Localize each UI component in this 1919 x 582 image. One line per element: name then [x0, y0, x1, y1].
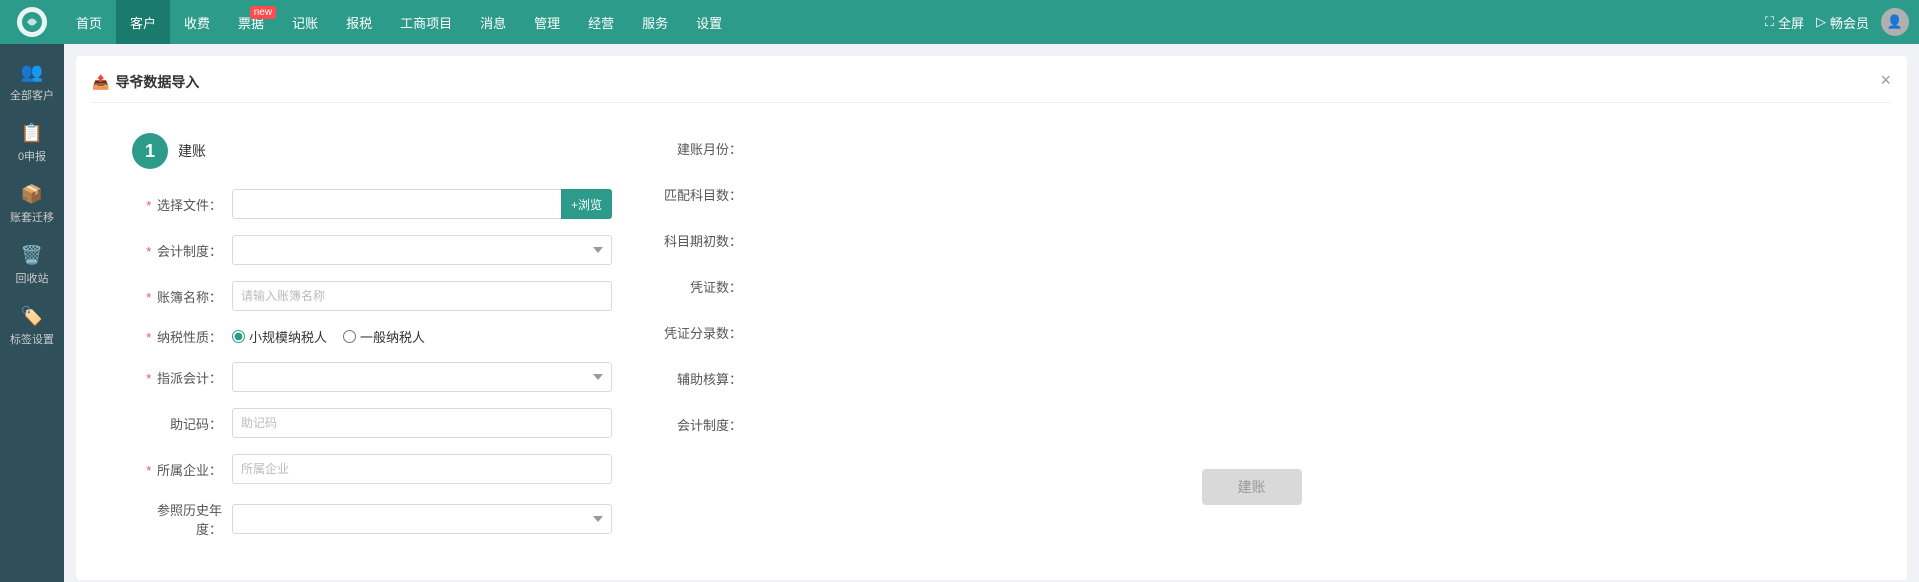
page-title: 导爷数据导入	[115, 72, 199, 92]
close-button[interactable]: ×	[1880, 70, 1891, 91]
upload-icon: 📤	[92, 74, 109, 91]
nav-business[interactable]: 工商项目	[386, 0, 466, 44]
auxiliary-row: 辅助核算：	[652, 363, 1851, 393]
ledger-label: * 账簿名称：	[132, 287, 222, 306]
fullscreen-icon: ⛶	[1765, 14, 1774, 30]
accountant-select[interactable]	[232, 362, 612, 392]
accounting-row: * 会计制度：	[132, 235, 612, 265]
sidebar-item-migration[interactable]: 📦 账套迁移	[0, 174, 64, 235]
auxiliary-label: 辅助核算：	[652, 369, 742, 388]
accounting-select[interactable]	[232, 235, 612, 265]
build-month-row: 建账月份：	[652, 133, 1851, 163]
accounting-label: * 会计制度：	[132, 241, 222, 260]
tax-small-radio[interactable]: 小规模纳税人	[232, 327, 327, 346]
company-row: * 所属企业：	[132, 454, 612, 484]
nav-settings[interactable]: 设置	[682, 0, 736, 44]
accounting-system-label: 会计制度：	[652, 415, 742, 434]
history-select[interactable]	[232, 504, 612, 534]
voucher-records-row: 凭证分录数：	[652, 317, 1851, 347]
people-icon: 👥	[21, 62, 43, 83]
nav-manage[interactable]: 管理	[520, 0, 574, 44]
page-container: 📤 导爷数据导入 × 1 建账	[76, 56, 1907, 580]
step-badge: 1	[132, 133, 168, 169]
nav-bookkeeping[interactable]: 记账	[278, 0, 332, 44]
main-area: 📤 导爷数据导入 × 1 建账	[64, 44, 1919, 582]
history-row: 参照历史年度：	[132, 500, 612, 538]
fullscreen-btn[interactable]: ⛶ 全屏	[1765, 13, 1804, 32]
accountant-row: * 指派会计：	[132, 362, 612, 392]
nav-tax[interactable]: 报税	[332, 0, 386, 44]
nav-customer[interactable]: 客户	[116, 0, 170, 44]
browse-button[interactable]: +浏览	[561, 189, 612, 219]
new-badge: new	[250, 6, 276, 19]
sidebar-item-declaration[interactable]: 📋 0申报	[0, 113, 64, 174]
history-label: 参照历史年度：	[132, 500, 222, 538]
match-subject-label: 匹配科目数：	[652, 185, 742, 204]
nav-fees[interactable]: 收费	[170, 0, 224, 44]
build-account-button[interactable]: 建账	[1202, 469, 1302, 505]
build-month-label: 建账月份：	[652, 139, 742, 158]
trash-icon: 🗑️	[21, 245, 43, 266]
file-input-group: +浏览	[232, 189, 612, 219]
report-icon: 📋	[21, 123, 43, 144]
top-nav: 首页 客户 收费 票据 new 记账 报税 工商项目 消息 管理 经营 服务 设…	[0, 0, 1919, 44]
form-left: 1 建账 * 选择文件： +浏览	[132, 133, 612, 554]
memo-label: 助记码：	[132, 414, 222, 433]
ledger-input[interactable]	[232, 281, 612, 311]
nav-bills[interactable]: 票据 new	[224, 0, 278, 44]
file-input[interactable]	[232, 189, 561, 219]
sidebar-item-tags[interactable]: 🏷️ 标签设置	[0, 296, 64, 357]
subject-init-label: 科目期初数：	[652, 231, 742, 250]
memo-input[interactable]	[232, 408, 612, 438]
page-header: 📤 导爷数据导入	[92, 72, 1891, 103]
tax-radio-group: 小规模纳税人 一般纳税人	[232, 327, 425, 346]
voucher-row: 凭证数：	[652, 271, 1851, 301]
accounting-system-row: 会计制度：	[652, 409, 1851, 439]
memo-row: 助记码：	[132, 408, 612, 438]
section-header: 1 建账	[132, 133, 612, 169]
tax-row: * 纳税性质： 小规模纳税人 一般纳税人	[132, 327, 612, 346]
file-label: * 选择文件：	[132, 195, 222, 214]
nav-message[interactable]: 消息	[466, 0, 520, 44]
ledger-row: * 账簿名称：	[132, 281, 612, 311]
logo-circle	[17, 7, 47, 37]
voucher-records-label: 凭证分录数：	[652, 323, 742, 342]
member-btn[interactable]: ▷ 畅会员	[1816, 13, 1869, 32]
layout: 👥 全部客户 📋 0申报 📦 账套迁移 🗑️ 回收站 🏷️ 标签设置 📤 导爷数…	[0, 44, 1919, 582]
tag-icon: 🏷️	[21, 306, 43, 327]
company-input[interactable]	[232, 454, 612, 484]
tax-general-radio[interactable]: 一般纳税人	[343, 327, 425, 346]
subject-init-row: 科目期初数：	[652, 225, 1851, 255]
company-label: * 所属企业：	[132, 460, 222, 479]
tax-label: * 纳税性质：	[132, 327, 222, 346]
nav-right: ⛶ 全屏 ▷ 畅会员 👤	[1765, 8, 1909, 36]
form-right: 建账月份： 匹配科目数： 科目期初数： 凭证数：	[612, 133, 1851, 554]
match-subject-row: 匹配科目数：	[652, 179, 1851, 209]
nav-operation[interactable]: 经营	[574, 0, 628, 44]
accountant-label: * 指派会计：	[132, 368, 222, 387]
logo	[10, 0, 54, 44]
section-label: 建账	[178, 141, 206, 161]
voucher-label: 凭证数：	[652, 277, 742, 296]
file-row: * 选择文件： +浏览	[132, 189, 612, 219]
play-icon: ▷	[1816, 14, 1826, 30]
user-avatar[interactable]: 👤	[1881, 8, 1909, 36]
sidebar: 👥 全部客户 📋 0申报 📦 账套迁移 🗑️ 回收站 🏷️ 标签设置	[0, 44, 64, 582]
form-layout: 1 建账 * 选择文件： +浏览	[92, 123, 1891, 564]
nav-home[interactable]: 首页	[62, 0, 116, 44]
nav-service[interactable]: 服务	[628, 0, 682, 44]
migrate-icon: 📦	[21, 184, 43, 205]
sidebar-item-all-customers[interactable]: 👥 全部客户	[0, 52, 64, 113]
sidebar-item-trash[interactable]: 🗑️ 回收站	[0, 235, 64, 296]
